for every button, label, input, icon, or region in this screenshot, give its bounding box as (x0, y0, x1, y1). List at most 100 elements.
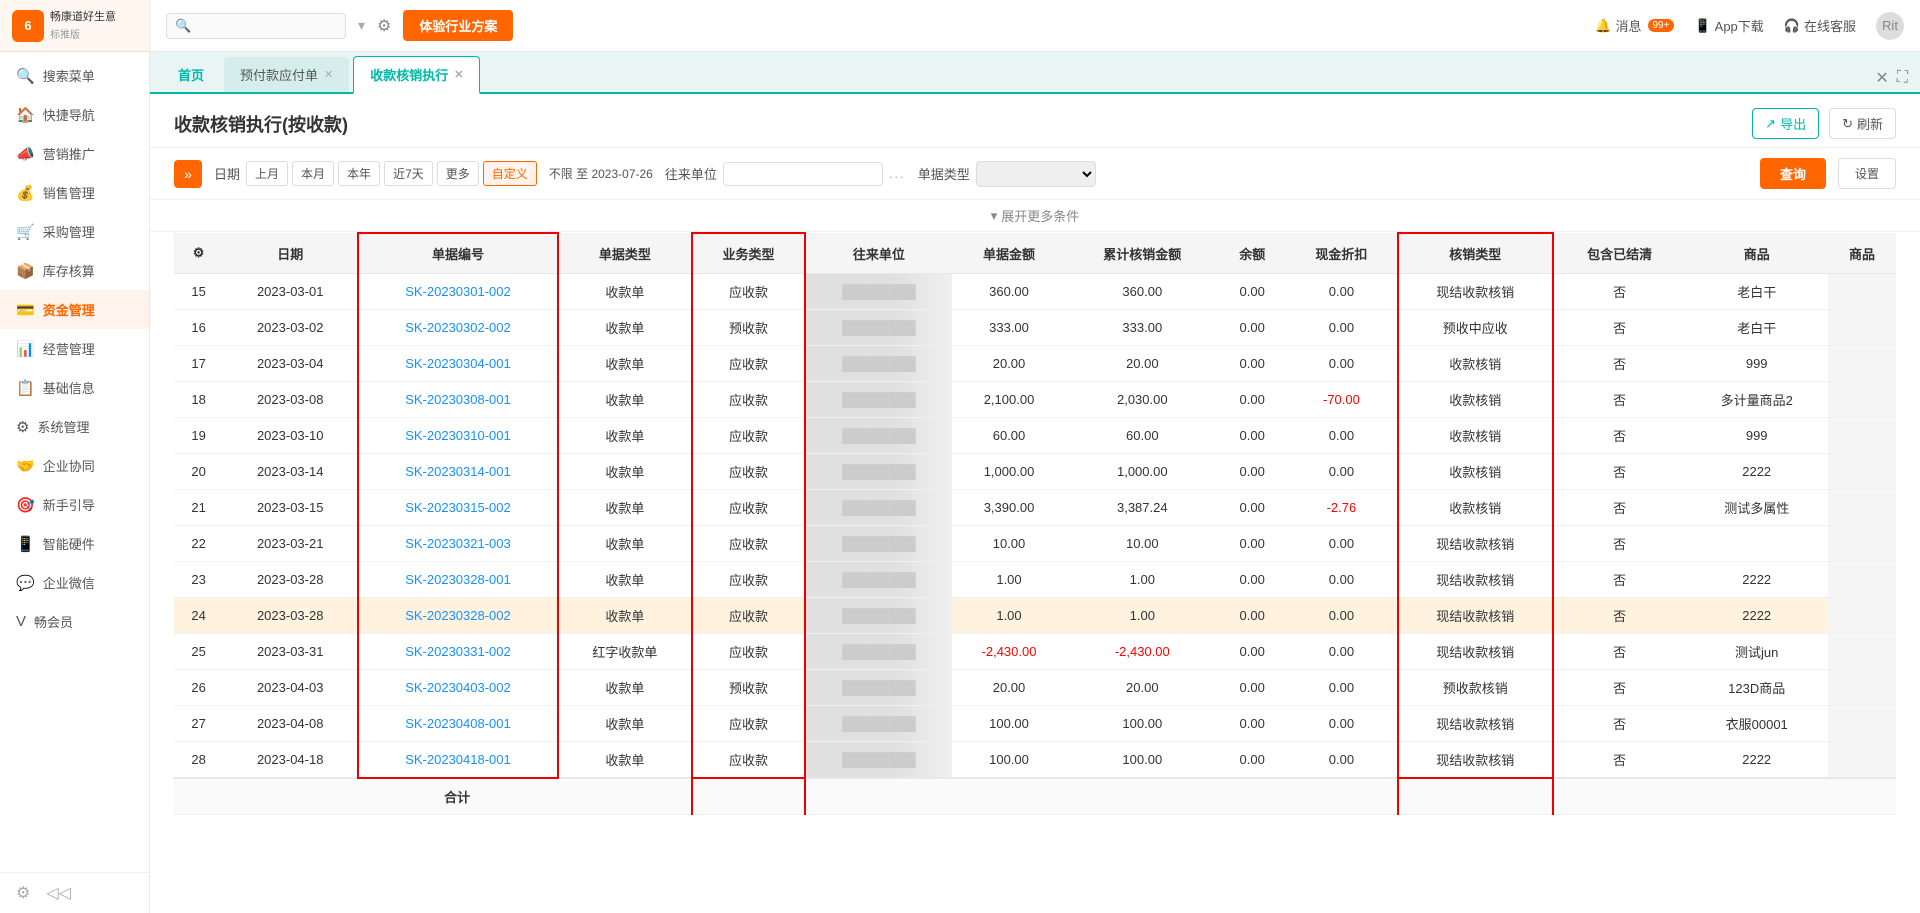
partner-filter-input[interactable] (723, 162, 883, 186)
row-no: 23 (174, 562, 223, 598)
sidebar-item-inventory[interactable]: 📦 库存核算 (0, 251, 149, 290)
col-verifytype-header: 核销类型 (1398, 233, 1553, 274)
collapse-icon[interactable]: ◁◁ (46, 883, 71, 903)
settings-btn[interactable]: 设置 (1838, 158, 1896, 189)
trial-btn[interactable]: 体验行业方案 (403, 10, 513, 41)
user-avatar[interactable]: Rit (1876, 12, 1904, 40)
member-icon: V (16, 613, 26, 630)
row-goods: 2222 (1685, 454, 1828, 490)
table-row: 24 2023-03-28 SK-20230328-002 收款单 应收款 ██… (174, 598, 1896, 634)
footer-amount (952, 778, 1067, 815)
doc-no-link[interactable]: SK-20230302-002 (405, 320, 511, 335)
doc-no-link[interactable]: SK-20230328-002 (405, 608, 511, 623)
tab-prepay[interactable]: 预付款应付单 ✕ (224, 57, 349, 92)
tab-main[interactable]: 收款核销执行 ✕ (353, 56, 480, 94)
sidebar-item-marketing[interactable]: 📣 营销推广 (0, 134, 149, 173)
col-gear-header: ⚙ (174, 233, 223, 274)
row-date: 2023-04-08 (223, 706, 358, 742)
row-verifytype: 现结收款核销 (1398, 706, 1553, 742)
doc-no-link[interactable]: SK-20230308-001 (405, 392, 511, 407)
sidebar-item-wechat[interactable]: 💬 企业微信 (0, 563, 149, 602)
doc-no-link[interactable]: SK-20230321-003 (405, 536, 511, 551)
doc-no-link[interactable]: SK-20230301-002 (405, 284, 511, 299)
row-cash-discount: 0.00 (1286, 598, 1398, 634)
sidebar-item-hardware[interactable]: 📱 智能硬件 (0, 524, 149, 563)
export-icon: ↗ (1765, 116, 1776, 132)
tab-home[interactable]: 首页 (162, 57, 220, 92)
sidebar-item-operation[interactable]: 📊 经营管理 (0, 329, 149, 368)
row-goods: 衣服00001 (1685, 706, 1828, 742)
page-actions: ↗ 导出 ↻ 刷新 (1752, 108, 1896, 139)
sidebar-item-purchase[interactable]: 🛒 采购管理 (0, 212, 149, 251)
row-goods2 (1828, 706, 1896, 742)
row-date: 2023-03-15 (223, 490, 358, 526)
doc-no-link[interactable]: SK-20230328-001 (405, 572, 511, 587)
filter-partner-group: 往来单位 ... (665, 162, 906, 186)
date-last-month-btn[interactable]: 上月 (246, 161, 288, 186)
doc-no-link[interactable]: SK-20230304-001 (405, 356, 511, 371)
row-goods2 (1828, 346, 1896, 382)
sales-icon: 💰 (16, 184, 35, 202)
phone-icon: 📱 (1694, 18, 1710, 34)
tab-prepay-close[interactable]: ✕ (324, 68, 333, 81)
sidebar-item-nav[interactable]: 🏠 快捷导航 (0, 95, 149, 134)
app-download-action[interactable]: 📱 App下载 (1694, 16, 1763, 35)
doc-no-link[interactable]: SK-20230310-001 (405, 428, 511, 443)
sidebar-item-basic[interactable]: 📋 基础信息 (0, 368, 149, 407)
col-amount-header: 单据金额 (952, 233, 1067, 274)
row-cash-discount: -70.00 (1286, 382, 1398, 418)
topbar-gear-icon[interactable]: ⚙ (377, 16, 391, 36)
filter-type-group: 单据类型 收款单 红字收款单 (918, 161, 1096, 187)
doc-no-link[interactable]: SK-20230314-001 (405, 464, 511, 479)
row-goods: 老白干 (1685, 310, 1828, 346)
sidebar-item-sales[interactable]: 💰 销售管理 (0, 173, 149, 212)
row-verifytype: 收款核销 (1398, 382, 1553, 418)
topbar-search-input[interactable] (195, 19, 315, 33)
doc-no-link[interactable]: SK-20230331-002 (405, 644, 511, 659)
tab-expand-btn[interactable]: ⛶ (1897, 69, 1908, 87)
sidebar-item-finance[interactable]: 💳 资金管理 (0, 290, 149, 329)
sidebar-item-search[interactable]: 🔍 搜索菜单 (0, 56, 149, 95)
tab-close-btn[interactable]: ✕ (1875, 68, 1888, 88)
sidebar-item-member[interactable]: V 畅会员 (0, 602, 149, 641)
receipt-type-select[interactable]: 收款单 红字收款单 (976, 161, 1096, 187)
doc-no-link[interactable]: SK-20230315-002 (405, 500, 511, 515)
expand-more-btn[interactable]: ▾ 展开更多条件 (991, 206, 1080, 225)
footer-settled (1553, 778, 1686, 815)
partner-cell: ████████ (805, 346, 952, 382)
topbar-search-box[interactable]: 🔍 (166, 13, 346, 39)
dropdown-icon[interactable]: ▾ (358, 17, 365, 34)
row-cumulative: 60.00 (1066, 418, 1218, 454)
filter-expand-btn[interactable]: » (174, 160, 202, 188)
hardware-icon: 📱 (16, 535, 35, 553)
online-service-action[interactable]: 🎧 在线客服 (1784, 16, 1856, 35)
row-goods2 (1828, 562, 1896, 598)
row-goods2 (1828, 454, 1896, 490)
tab-main-close[interactable]: ✕ (454, 68, 463, 81)
doc-no-link[interactable]: SK-20230403-002 (405, 680, 511, 695)
query-btn[interactable]: 查询 (1760, 158, 1826, 189)
partner-cell: ████████ (805, 598, 952, 634)
row-docno: SK-20230310-001 (358, 418, 558, 454)
row-settled: 否 (1553, 742, 1686, 779)
date-custom-btn[interactable]: 自定义 (483, 161, 537, 186)
row-docno: SK-20230418-001 (358, 742, 558, 779)
sidebar-item-guide[interactable]: 🎯 新手引导 (0, 485, 149, 524)
export-btn[interactable]: ↗ 导出 (1752, 108, 1819, 139)
doc-no-link[interactable]: SK-20230408-001 (405, 716, 511, 731)
row-cumulative: 20.00 (1066, 670, 1218, 706)
doc-no-link[interactable]: SK-20230418-001 (405, 752, 511, 767)
refresh-btn[interactable]: ↻ 刷新 (1829, 108, 1896, 139)
date-7days-btn[interactable]: 近7天 (384, 161, 433, 186)
notification-action[interactable]: 🔔 消息 99+ (1595, 16, 1674, 35)
sidebar-item-corp[interactable]: 🤝 企业协同 (0, 446, 149, 485)
brand-name: 畅康道好生意 (50, 10, 116, 25)
table-row: 21 2023-03-15 SK-20230315-002 收款单 应收款 ██… (174, 490, 1896, 526)
date-this-month-btn[interactable]: 本月 (292, 161, 334, 186)
date-this-year-btn[interactable]: 本年 (338, 161, 380, 186)
sidebar-item-system[interactable]: ⚙ 系统管理 (0, 407, 149, 446)
row-verifytype: 收款核销 (1398, 454, 1553, 490)
date-more-btn[interactable]: 更多 (437, 161, 479, 186)
settings-icon[interactable]: ⚙ (16, 883, 30, 903)
row-docno: SK-20230328-001 (358, 562, 558, 598)
